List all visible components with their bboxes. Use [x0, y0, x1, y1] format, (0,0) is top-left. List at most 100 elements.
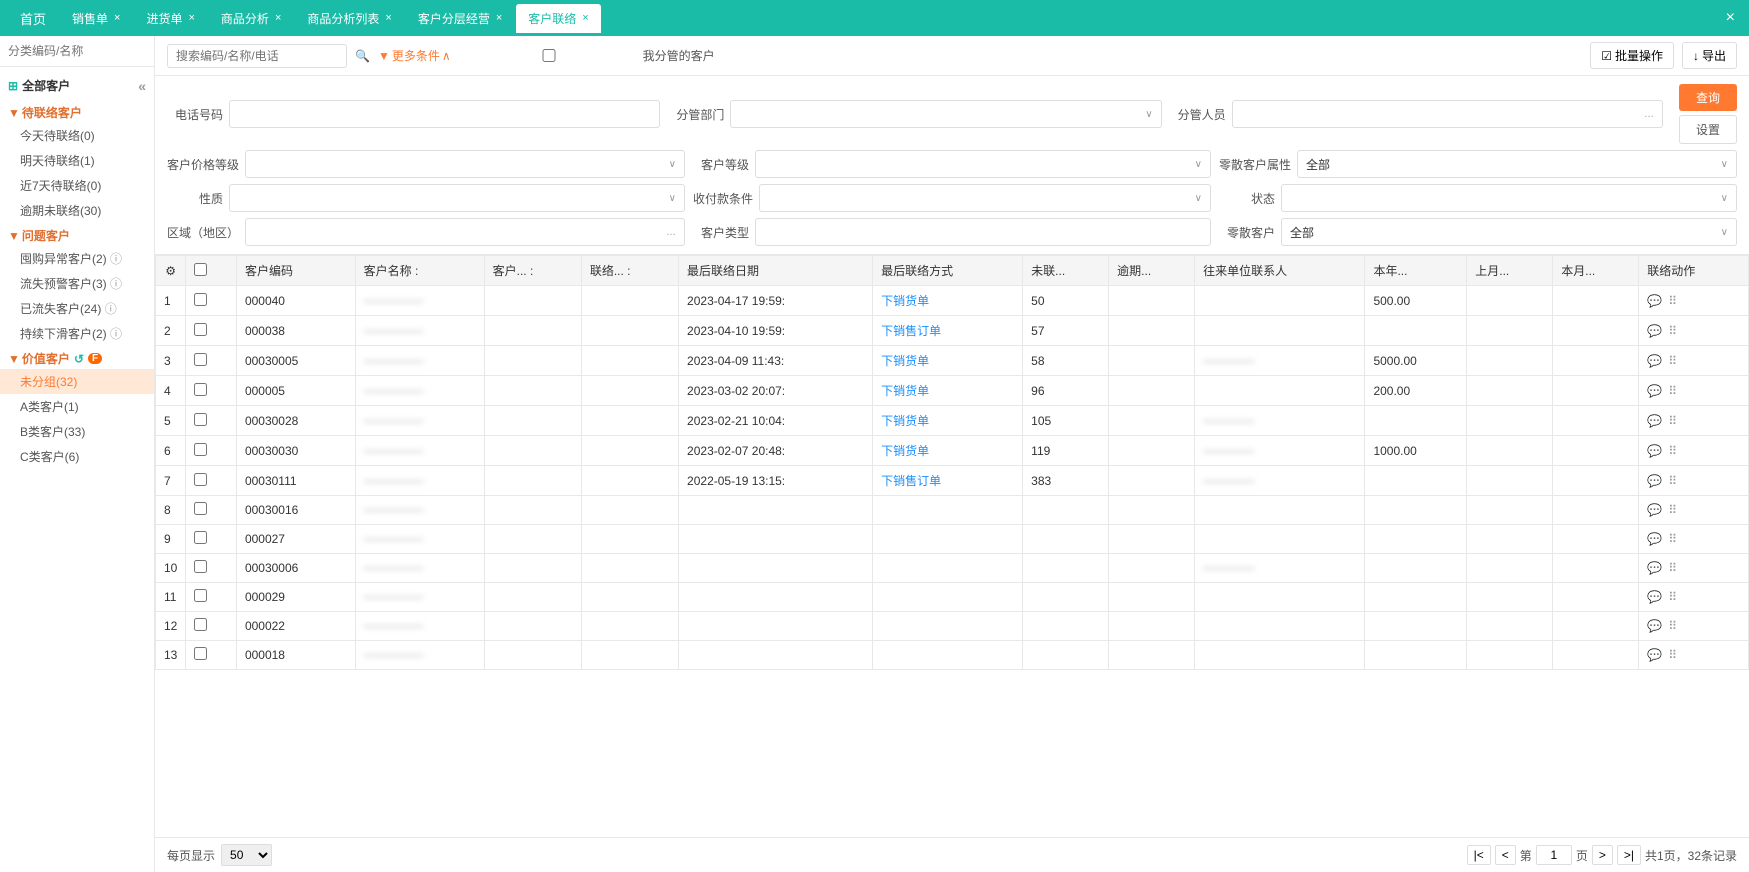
search-input[interactable]: [167, 44, 347, 68]
row-checkbox[interactable]: [186, 496, 237, 525]
tab-sales[interactable]: 销售单 ×: [60, 4, 132, 33]
chat-icon[interactable]: 💬: [1647, 444, 1662, 458]
sidebar-item-declining[interactable]: 持续下滑客户(2) ⓘ: [0, 321, 154, 346]
value-section[interactable]: ▼ 价值客户 ↺ F: [0, 346, 154, 369]
filter-person-input[interactable]: …: [1232, 100, 1663, 128]
table-checkbox-header[interactable]: [186, 256, 237, 286]
page-input[interactable]: [1536, 845, 1572, 865]
sidebar-item-today[interactable]: 今天待联络(0): [0, 123, 154, 148]
tab-purchase[interactable]: 进货单 ×: [134, 4, 206, 33]
sidebar-item-c-class[interactable]: C类客户(6): [0, 444, 154, 469]
filter-price-grade-select[interactable]: ∨: [245, 150, 685, 178]
grid-action-icon[interactable]: ⠿: [1668, 561, 1677, 575]
first-page-button[interactable]: |<: [1467, 845, 1491, 865]
more-conditions[interactable]: ▼ 更多条件 ∧: [378, 47, 451, 64]
row-checkbox[interactable]: [186, 346, 237, 376]
grid-action-icon[interactable]: ⠿: [1668, 648, 1677, 662]
my-customers-checkbox[interactable]: 我分管的客户: [459, 47, 715, 64]
tab-customer-contact[interactable]: 客户联络 ×: [516, 4, 600, 33]
last-method-link[interactable]: 下销货单: [881, 444, 929, 458]
last-method-link[interactable]: 下销售订单: [881, 324, 941, 338]
row-checkbox[interactable]: [186, 466, 237, 496]
search-icon[interactable]: 🔍: [355, 49, 370, 63]
last-method-link[interactable]: 下销货单: [881, 414, 929, 428]
grid-action-icon[interactable]: ⠿: [1668, 354, 1677, 368]
tab-customer-tier[interactable]: 客户分层经营 ×: [406, 4, 514, 33]
row-checkbox[interactable]: [186, 612, 237, 641]
reset-button[interactable]: 设置: [1679, 115, 1737, 144]
chat-icon[interactable]: 💬: [1647, 503, 1662, 517]
sidebar-search-input[interactable]: [8, 44, 155, 58]
sidebar-item-abnormal[interactable]: 囤购异常客户(2) ⓘ: [0, 246, 154, 271]
filter-customer-type-input[interactable]: [755, 218, 1211, 246]
grid-action-icon[interactable]: ⠿: [1668, 444, 1677, 458]
select-all-checkbox[interactable]: [194, 263, 207, 276]
all-customers-header[interactable]: ⊞ 全部客户 «: [0, 71, 154, 100]
close-tab-product-analysis[interactable]: ×: [275, 12, 281, 24]
export-button[interactable]: ↓ 导出: [1682, 42, 1737, 69]
chat-icon[interactable]: 💬: [1647, 590, 1662, 604]
filter-customer-grade-select[interactable]: ∨: [755, 150, 1211, 178]
edit-icon[interactable]: F: [88, 353, 102, 364]
chat-icon[interactable]: 💬: [1647, 619, 1662, 633]
filter-dept-select[interactable]: ∨: [730, 100, 1161, 128]
row-checkbox[interactable]: [186, 376, 237, 406]
chat-icon[interactable]: 💬: [1647, 384, 1662, 398]
filter-scattered-attr-select[interactable]: 全部 ∨: [1297, 150, 1737, 178]
my-customers-check[interactable]: [459, 49, 639, 62]
close-tab-product-analysis-list[interactable]: ×: [385, 12, 391, 24]
chat-icon[interactable]: 💬: [1647, 648, 1662, 662]
grid-action-icon[interactable]: ⠿: [1668, 294, 1677, 308]
last-method-link[interactable]: 下销售订单: [881, 474, 941, 488]
sidebar-item-b-class[interactable]: B类客户(33): [0, 419, 154, 444]
filter-scattered-select[interactable]: 全部 ∨: [1281, 218, 1737, 246]
sidebar-item-overdue[interactable]: 逾期未联络(30): [0, 198, 154, 223]
chat-icon[interactable]: 💬: [1647, 294, 1662, 308]
wait-section[interactable]: ▼ 待联络客户: [0, 100, 154, 123]
grid-action-icon[interactable]: ⠿: [1668, 619, 1677, 633]
last-page-button[interactable]: >|: [1617, 845, 1641, 865]
sidebar-item-ungroup[interactable]: 未分组(32): [0, 369, 154, 394]
grid-action-icon[interactable]: ⠿: [1668, 414, 1677, 428]
query-button[interactable]: 查询: [1679, 84, 1737, 111]
collapse-icon[interactable]: «: [138, 78, 146, 94]
row-checkbox[interactable]: [186, 525, 237, 554]
filter-region-input[interactable]: …: [245, 218, 685, 246]
grid-action-icon[interactable]: ⠿: [1668, 324, 1677, 338]
tab-product-analysis[interactable]: 商品分析 ×: [209, 4, 293, 33]
grid-action-icon[interactable]: ⠿: [1668, 474, 1677, 488]
sidebar-item-a-class[interactable]: A类客户(1): [0, 394, 154, 419]
grid-action-icon[interactable]: ⠿: [1668, 503, 1677, 517]
chat-icon[interactable]: 💬: [1647, 532, 1662, 546]
grid-action-icon[interactable]: ⠿: [1668, 590, 1677, 604]
sidebar-item-churn-warning[interactable]: 流失预警客户(3) ⓘ: [0, 271, 154, 296]
close-tab-customer-contact[interactable]: ×: [582, 12, 588, 24]
close-tab-purchase[interactable]: ×: [188, 12, 194, 24]
row-checkbox[interactable]: [186, 641, 237, 670]
filter-payment-select[interactable]: ∨: [759, 184, 1211, 212]
prev-page-button[interactable]: <: [1495, 845, 1516, 865]
per-page-select[interactable]: 50 100 200: [221, 844, 272, 866]
last-method-link[interactable]: 下销货单: [881, 384, 929, 398]
grid-action-icon[interactable]: ⠿: [1668, 384, 1677, 398]
row-checkbox[interactable]: [186, 554, 237, 583]
close-tab-sales[interactable]: ×: [114, 12, 120, 24]
home-tab[interactable]: 首页: [8, 3, 58, 34]
row-checkbox[interactable]: [186, 436, 237, 466]
close-all-tabs[interactable]: ×: [1720, 9, 1741, 27]
row-checkbox[interactable]: [186, 316, 237, 346]
grid-action-icon[interactable]: ⠿: [1668, 532, 1677, 546]
problem-section[interactable]: ▼ 问题客户: [0, 223, 154, 246]
row-checkbox[interactable]: [186, 406, 237, 436]
sidebar-item-churned[interactable]: 已流失客户(24) ⓘ: [0, 296, 154, 321]
last-method-link[interactable]: 下销货单: [881, 354, 929, 368]
next-page-button[interactable]: >: [1592, 845, 1613, 865]
chat-icon[interactable]: 💬: [1647, 561, 1662, 575]
tab-product-analysis-list[interactable]: 商品分析列表 ×: [295, 4, 403, 33]
chat-icon[interactable]: 💬: [1647, 354, 1662, 368]
filter-status-select[interactable]: ∨: [1281, 184, 1737, 212]
chat-icon[interactable]: 💬: [1647, 414, 1662, 428]
filter-nature-select[interactable]: ∨: [229, 184, 685, 212]
close-tab-customer-tier[interactable]: ×: [496, 12, 502, 24]
row-checkbox[interactable]: [186, 583, 237, 612]
